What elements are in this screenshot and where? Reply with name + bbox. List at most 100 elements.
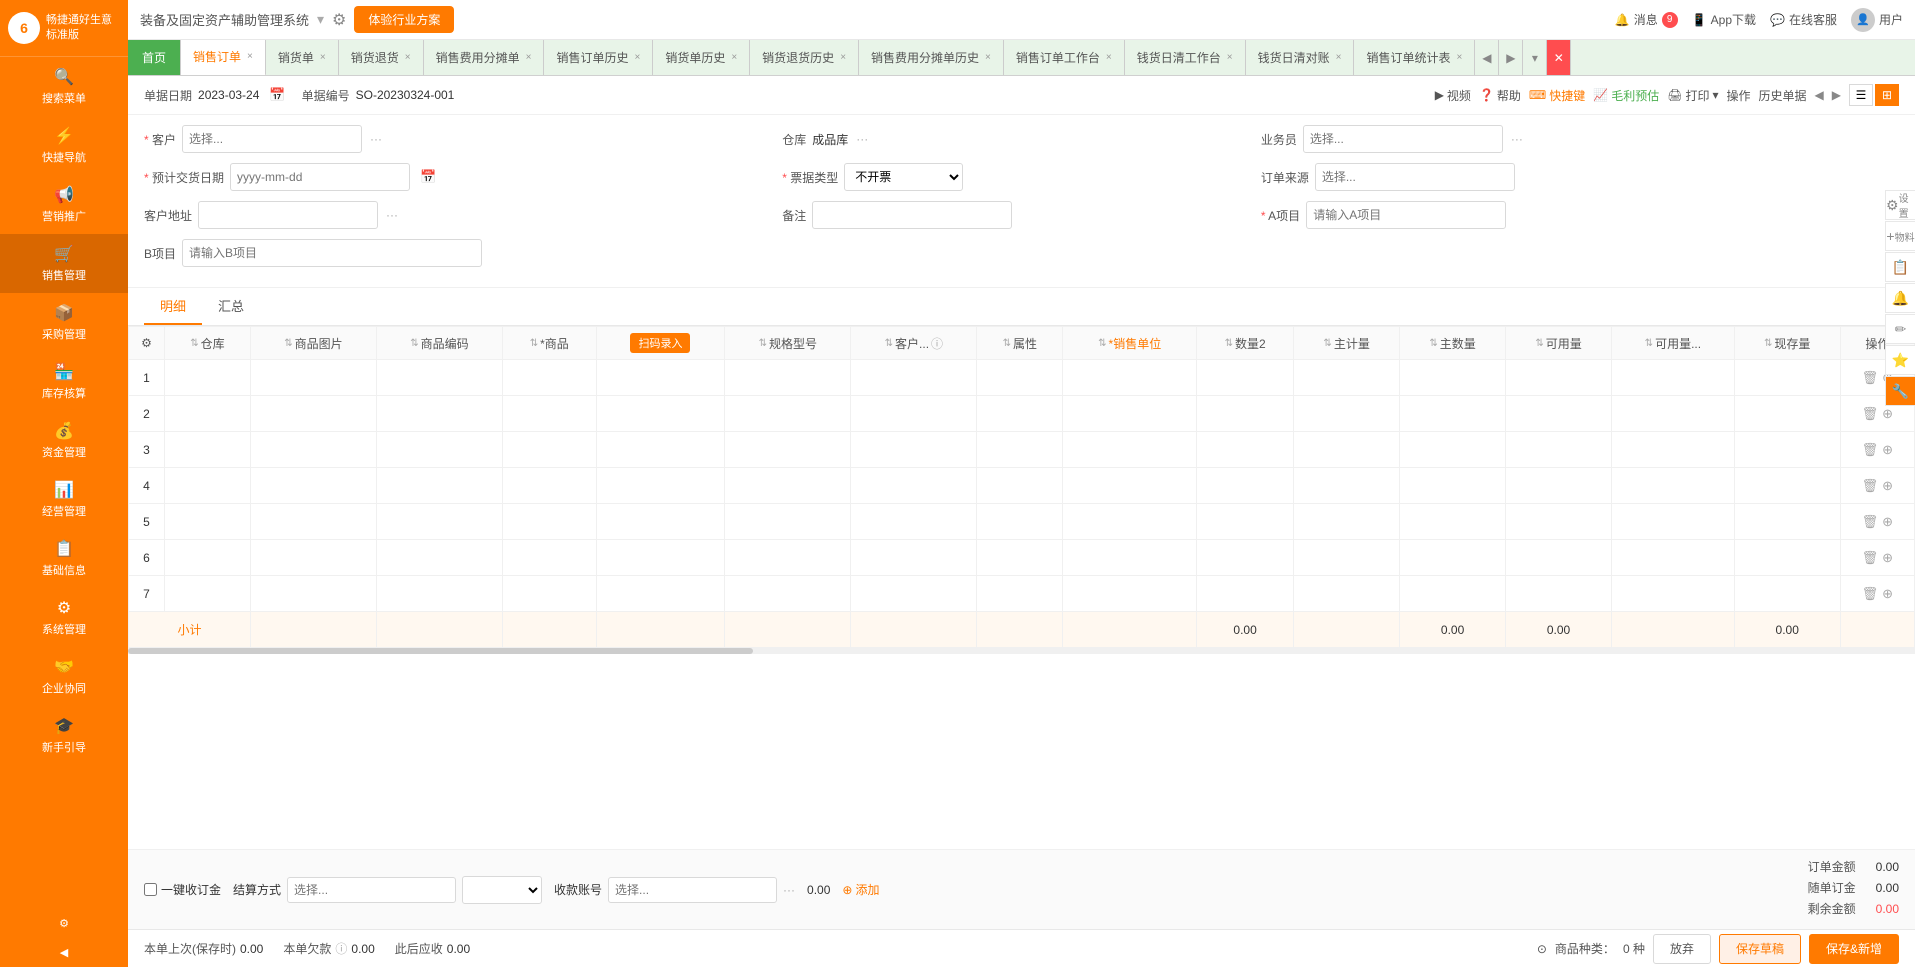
th-customer-code[interactable]: ⇅客户...ⓘ: [851, 327, 977, 360]
sidebar-item-system[interactable]: ⚙ 系统管理: [0, 588, 128, 647]
tab-fee-history[interactable]: 销售费用分摊单历史 ×: [859, 40, 1004, 76]
row-1-qty2[interactable]: [1197, 360, 1294, 396]
delete-icon-2[interactable]: 🗑: [1862, 406, 1879, 422]
nav-next-btn[interactable]: ▶: [1832, 88, 1841, 102]
warehouse-dots[interactable]: ···: [856, 132, 868, 146]
right-panel-note[interactable]: 📋: [1885, 252, 1915, 282]
scan-button[interactable]: 扫码录入: [630, 333, 690, 353]
view-table-btn[interactable]: ⊞: [1875, 84, 1899, 106]
tab-sales-order-close[interactable]: ×: [247, 51, 253, 62]
row-2-spec[interactable]: [725, 396, 851, 432]
row-2-attrs[interactable]: [977, 396, 1063, 432]
row-2-qty2[interactable]: [1197, 396, 1294, 432]
ticket-select[interactable]: 不开票 增值税普通发票 增值税专用发票: [844, 163, 963, 191]
tab-bill-history-close[interactable]: ×: [731, 52, 737, 63]
row-1-product[interactable]: [502, 360, 596, 396]
one-click-checkbox[interactable]: 一键收订金: [144, 881, 221, 898]
delete-icon-1[interactable]: 🗑: [1862, 370, 1879, 386]
row-1-scan[interactable]: [596, 360, 725, 396]
history-btn[interactable]: 历史单据: [1759, 87, 1807, 104]
tab-fee-history-close[interactable]: ×: [985, 52, 991, 63]
copy-icon-4[interactable]: ⊕: [1882, 478, 1893, 494]
sidebar-item-cooperation[interactable]: 🤝 企业协同: [0, 647, 128, 706]
sidebar-collapse[interactable]: ◀: [0, 938, 128, 967]
row-1-stock[interactable]: [1734, 360, 1840, 396]
right-panel-settings[interactable]: ⚙ 设置: [1885, 190, 1915, 220]
right-panel-add[interactable]: + 物料: [1885, 221, 1915, 251]
tab-reconcile[interactable]: 钱货日清对账 ×: [1246, 40, 1355, 76]
customer-input[interactable]: [182, 125, 362, 153]
row-2-product[interactable]: [502, 396, 596, 432]
tab-sales-order[interactable]: 销售订单 ×: [181, 40, 266, 76]
th-scan[interactable]: 扫码录入: [596, 327, 725, 360]
tab-daily-workbench[interactable]: 钱货日清工作台 ×: [1125, 40, 1246, 76]
tab-sales-bill[interactable]: 销货单 ×: [266, 40, 339, 76]
row-2-image[interactable]: [250, 396, 376, 432]
profit-btn[interactable]: 📈 毛利预估: [1593, 87, 1659, 104]
a-project-input[interactable]: [1306, 201, 1506, 229]
tab-summary[interactable]: 汇总: [202, 288, 260, 325]
row-1-ccode[interactable]: [851, 360, 977, 396]
sidebar-item-sales[interactable]: 🛒 销售管理: [0, 234, 128, 293]
tab-sales-fee-close[interactable]: ×: [526, 52, 532, 63]
delivery-input[interactable]: [230, 163, 410, 191]
row-2-code[interactable]: [376, 396, 502, 432]
th-qty2[interactable]: ⇅数量2: [1197, 327, 1294, 360]
sidebar-item-quick[interactable]: ⚡ 快捷导航: [0, 116, 128, 175]
row-2-ccode[interactable]: [851, 396, 977, 432]
right-panel-edit[interactable]: ✏: [1885, 314, 1915, 344]
sidebar-item-purchase[interactable]: 📦 采购管理: [0, 293, 128, 352]
account-dots[interactable]: ···: [783, 883, 795, 897]
tab-detail[interactable]: 明细: [144, 288, 202, 325]
tab-nav-menu[interactable]: ▾: [1523, 40, 1547, 76]
delete-icon-4[interactable]: 🗑: [1862, 478, 1879, 494]
tab-reconcile-close[interactable]: ×: [1336, 52, 1342, 63]
tab-sales-fee[interactable]: 销售费用分摊单 ×: [424, 40, 545, 76]
row-1-image[interactable]: [250, 360, 376, 396]
plan-button[interactable]: 体验行业方案: [354, 6, 454, 33]
delete-icon-6[interactable]: 🗑: [1862, 550, 1879, 566]
row-1-avail[interactable]: [1506, 360, 1612, 396]
view-list-btn[interactable]: ☰: [1849, 84, 1873, 106]
right-panel-bell[interactable]: 🔔: [1885, 283, 1915, 313]
user-btn[interactable]: 👤 用户: [1851, 8, 1903, 32]
tab-stats[interactable]: 销售订单统计表 ×: [1354, 40, 1475, 76]
row-2-unit[interactable]: [1063, 396, 1197, 432]
tab-sales-history-close[interactable]: ×: [634, 52, 640, 63]
copy-icon-3[interactable]: ⊕: [1882, 442, 1893, 458]
delete-icon-7[interactable]: 🗑: [1862, 586, 1879, 602]
tab-sales-bill-close[interactable]: ×: [320, 52, 326, 63]
th-settings[interactable]: ⚙: [129, 327, 165, 360]
copy-icon-6[interactable]: ⊕: [1882, 550, 1893, 566]
th-attrs[interactable]: ⇅属性: [977, 327, 1063, 360]
staff-input[interactable]: [1303, 125, 1503, 153]
delete-icon-3[interactable]: 🗑: [1862, 442, 1879, 458]
nav-prev-btn[interactable]: ◀: [1815, 88, 1824, 102]
add-button[interactable]: ⊕ 添加: [842, 881, 879, 898]
copy-icon-5[interactable]: ⊕: [1882, 514, 1893, 530]
view-btn[interactable]: ▶ 视频: [1435, 87, 1471, 104]
tab-bill-history[interactable]: 销货单历史 ×: [653, 40, 750, 76]
topbar-settings-icon[interactable]: ⚙: [332, 10, 346, 30]
sidebar-item-management[interactable]: 📊 经营管理: [0, 470, 128, 529]
topbar-dropdown-icon[interactable]: ▾: [317, 11, 324, 28]
sidebar-settings[interactable]: ⚙: [0, 909, 128, 938]
address-dots[interactable]: ···: [386, 208, 398, 222]
tab-workbench[interactable]: 销售订单工作台 ×: [1004, 40, 1125, 76]
address-input[interactable]: [198, 201, 378, 229]
th-main-unit[interactable]: ⇅主计量: [1294, 327, 1400, 360]
th-available[interactable]: ⇅可用量: [1506, 327, 1612, 360]
shortcut-btn[interactable]: ⌨ 快捷键: [1529, 87, 1585, 104]
delete-icon-5[interactable]: 🗑: [1862, 514, 1879, 530]
b-project-input[interactable]: [182, 239, 482, 267]
row-2-stock[interactable]: [1734, 396, 1840, 432]
tab-nav-right[interactable]: ▶: [1499, 40, 1523, 76]
th-product[interactable]: ⇅*商品: [502, 327, 596, 360]
online-service-btn[interactable]: 💬 在线客服: [1770, 11, 1837, 28]
row-1-spec[interactable]: [725, 360, 851, 396]
sidebar-item-base[interactable]: 📋 基础信息: [0, 529, 128, 588]
th-sales-unit[interactable]: ⇅*销售单位: [1063, 327, 1197, 360]
customer-dots[interactable]: ···: [370, 132, 382, 146]
calendar-icon[interactable]: 📅: [269, 87, 285, 103]
tab-close-all[interactable]: ✕: [1547, 40, 1571, 76]
